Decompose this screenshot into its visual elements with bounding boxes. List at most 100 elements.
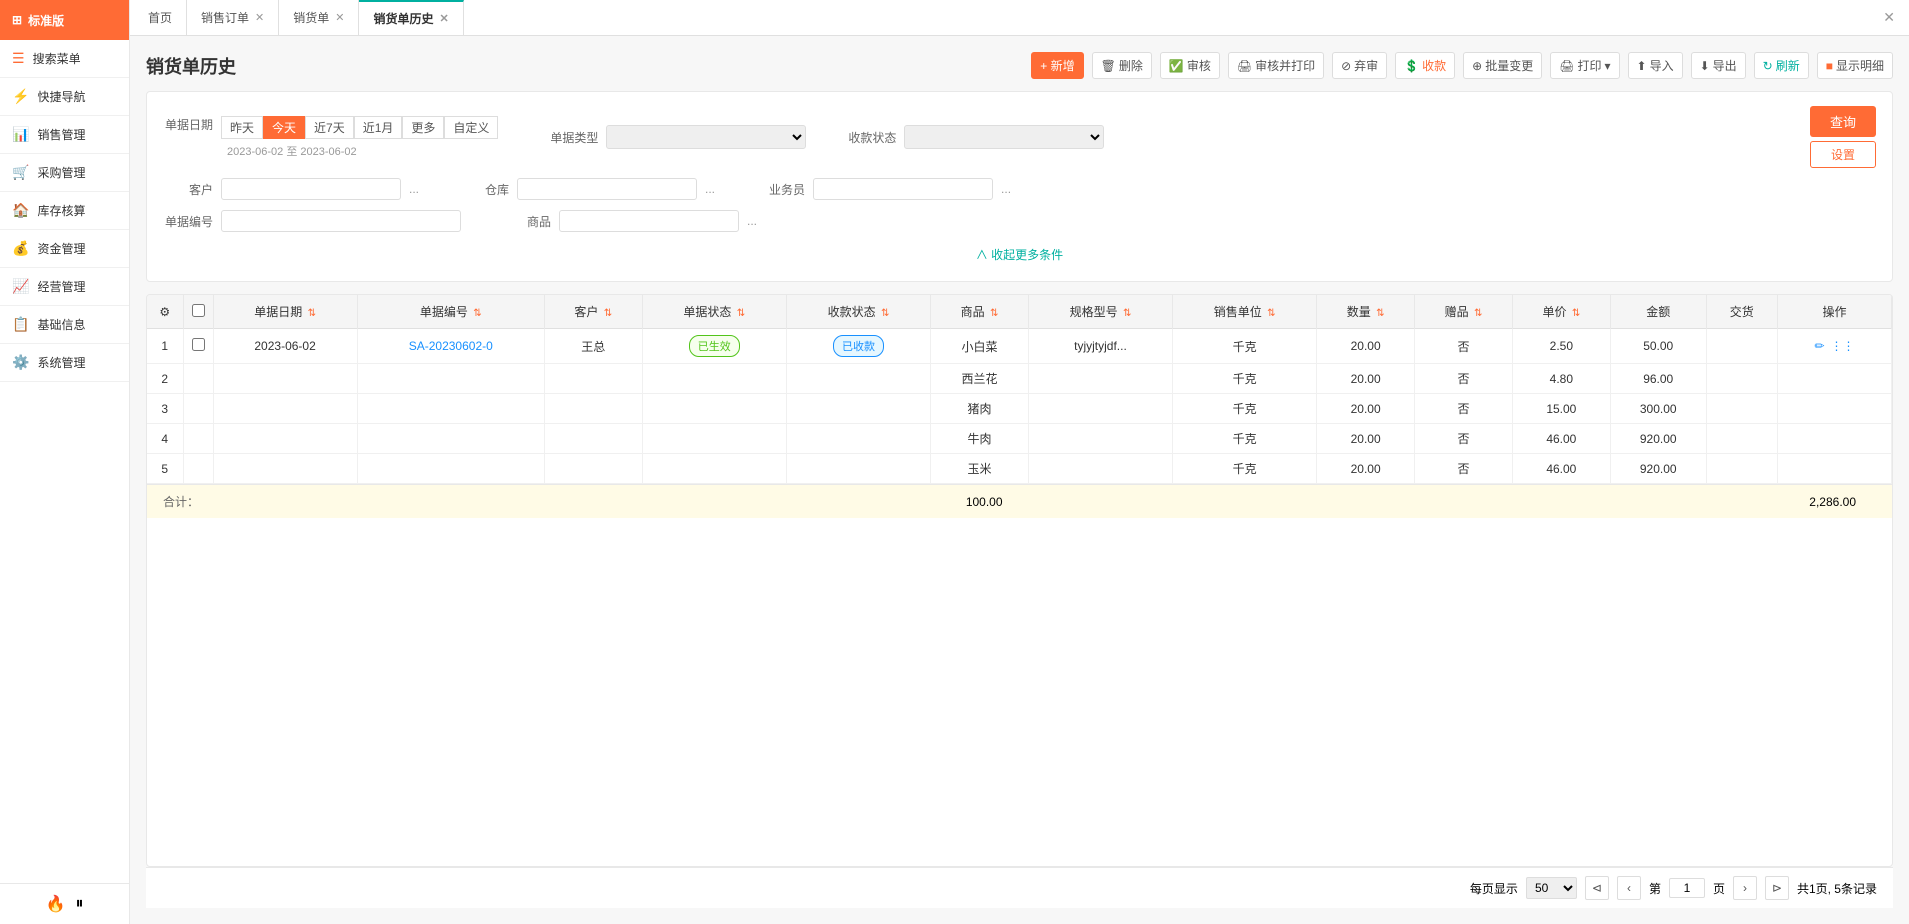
customer-more-btn[interactable]: ... (409, 182, 419, 196)
td-date (213, 424, 357, 454)
td-goods: 玉米 (931, 454, 1029, 484)
tab-shipment-close[interactable]: ✕ (335, 11, 344, 24)
td-action (1778, 424, 1892, 454)
sidebar-item-inventory[interactable]: 🏠 库存核算 (0, 192, 129, 230)
query-button[interactable]: 查询 (1810, 106, 1876, 137)
td-seq: 5 (147, 454, 183, 484)
per-page-select[interactable]: 50 100 (1526, 877, 1577, 899)
th-settings[interactable]: ⚙ (147, 295, 183, 329)
td-goods: 小白菜 (931, 329, 1029, 364)
close-all-tabs[interactable]: ✕ (1873, 9, 1905, 26)
audit-print-icon: 🖨 (1237, 59, 1252, 73)
tab-shipment-history-close[interactable]: ✕ (440, 12, 449, 25)
td-customer (544, 364, 642, 394)
th-number[interactable]: 单据编号 ⇅ (357, 295, 544, 329)
th-gift[interactable]: 赠品 ⇅ (1415, 295, 1513, 329)
abandon-button[interactable]: ⊘ 弃审 (1332, 52, 1387, 79)
tab-shipment[interactable]: 销货单 ✕ (279, 0, 359, 35)
next-page-button[interactable]: › (1733, 876, 1757, 900)
doc-number-link[interactable]: SA-20230602-0 (409, 339, 493, 353)
th-date[interactable]: 单据日期 ⇅ (213, 295, 357, 329)
sidebar-item-purchase-mgmt[interactable]: 🛒 采购管理 (0, 154, 129, 192)
row-checkbox[interactable] (192, 338, 205, 351)
staff-input[interactable] (813, 178, 993, 200)
td-customer (544, 454, 642, 484)
td-seq: 1 (147, 329, 183, 364)
th-price[interactable]: 单价 ⇅ (1512, 295, 1610, 329)
page-header: 销货单历史 + 新增 🗑 删除 ✅ 审核 🖨 审核并打印 ⊘ 弃审 (146, 52, 1893, 79)
audit-button[interactable]: ✅ 审核 (1160, 52, 1220, 79)
tab-sales-order[interactable]: 销售订单 ✕ (187, 0, 279, 35)
doc-number-input[interactable] (221, 210, 461, 232)
quick-nav-icon: ⚡ (12, 88, 29, 105)
export-button[interactable]: ⬇ 导出 (1691, 52, 1746, 79)
sort-customer-icon: ⇅ (604, 308, 612, 319)
pause-icon[interactable]: ⏸ (75, 895, 83, 913)
import-button[interactable]: ⬆ 导入 (1628, 52, 1683, 79)
collect-button[interactable]: 💲 收款 (1395, 52, 1455, 79)
th-collect-status[interactable]: 收款状态 ⇅ (786, 295, 930, 329)
doc-number-label: 单据编号 (163, 213, 213, 230)
sidebar-item-sales-mgmt[interactable]: 📊 销售管理 (0, 116, 129, 154)
pagination-bar: 每页显示 50 100 ⊲ ‹ 第 页 › ⊳ 共1页, 5条记录 (146, 867, 1893, 908)
doc-type-select[interactable] (606, 125, 806, 149)
delete-button[interactable]: 🗑 删除 (1092, 52, 1152, 79)
edit-action-icon[interactable]: ✏ (1814, 339, 1824, 353)
sidebar-item-search-menu[interactable]: ☰ 搜索菜单 (0, 40, 129, 78)
td-amount: 96.00 (1610, 364, 1706, 394)
sidebar-item-basic-info[interactable]: 📋 基础信息 (0, 306, 129, 344)
th-spec[interactable]: 规格型号 ⇅ (1028, 295, 1172, 329)
tab-shipment-history-label: 销货单历史 (373, 10, 433, 27)
last-page-button[interactable]: ⊳ (1765, 876, 1789, 900)
th-goods[interactable]: 商品 ⇅ (931, 295, 1029, 329)
date-btn-1month[interactable]: 近1月 (354, 116, 403, 139)
first-page-button[interactable]: ⊲ (1585, 876, 1609, 900)
date-btn-yesterday[interactable]: 昨天 (221, 116, 263, 139)
tab-shipment-history[interactable]: 销货单历史 ✕ (359, 0, 463, 35)
sidebar-item-label: 采购管理 (37, 164, 85, 181)
goods-input[interactable] (559, 210, 739, 232)
settings-button[interactable]: 设置 (1810, 141, 1876, 168)
collect-status-select[interactable] (904, 125, 1104, 149)
sidebar-item-operations[interactable]: 📈 经营管理 (0, 268, 129, 306)
date-btn-more[interactable]: 更多 (402, 116, 444, 139)
more-action-icon[interactable]: ⋮⋮ (1831, 339, 1855, 353)
td-price: 15.00 (1512, 394, 1610, 424)
new-button[interactable]: + 新增 (1031, 52, 1083, 79)
customer-input[interactable] (221, 178, 401, 200)
footer-values: 100.00 2,286.00 (209, 495, 1876, 509)
footer-total-amount: 2,286.00 (1756, 495, 1856, 509)
tab-sales-order-close[interactable]: ✕ (255, 11, 264, 24)
fire-icon[interactable]: 🔥 (46, 894, 66, 914)
td-unit: 千克 (1173, 424, 1317, 454)
warehouse-input[interactable] (517, 178, 697, 200)
date-btn-custom[interactable]: 自定义 (444, 116, 498, 139)
sidebar-item-quick-nav[interactable]: ⚡ 快捷导航 (0, 78, 129, 116)
staff-more-btn[interactable]: ... (1001, 182, 1011, 196)
sidebar-item-system-mgmt[interactable]: ⚙️ 系统管理 (0, 344, 129, 382)
goods-more-btn[interactable]: ... (747, 214, 757, 228)
page-number-input[interactable] (1669, 878, 1705, 898)
prev-page-button[interactable]: ‹ (1617, 876, 1641, 900)
print-button[interactable]: 🖨 打印 ▾ (1550, 52, 1619, 79)
th-qty[interactable]: 数量 ⇅ (1317, 295, 1415, 329)
th-customer[interactable]: 客户 ⇅ (544, 295, 642, 329)
date-btn-7days[interactable]: 近7天 (305, 116, 354, 139)
sidebar-item-finance-mgmt[interactable]: 💰 资金管理 (0, 230, 129, 268)
page-label: 第 (1649, 880, 1661, 897)
th-doc-status[interactable]: 单据状态 ⇅ (642, 295, 786, 329)
td-spec (1028, 454, 1172, 484)
warehouse-more-btn[interactable]: ... (705, 182, 715, 196)
refresh-button[interactable]: ↻ 刷新 (1754, 52, 1809, 79)
goods-label: 商品 (501, 213, 551, 230)
audit-print-button[interactable]: 🖨 审核并打印 (1228, 52, 1324, 79)
batch-change-button[interactable]: ⊕ 批量变更 (1463, 52, 1542, 79)
show-details-button[interactable]: ■ 显示明细 (1817, 52, 1893, 79)
collapse-button[interactable]: ∧ 收起更多条件 (163, 242, 1876, 267)
th-unit[interactable]: 销售单位 ⇅ (1173, 295, 1317, 329)
td-qty: 20.00 (1317, 454, 1415, 484)
date-btn-today[interactable]: 今天 (263, 116, 305, 139)
refresh-icon: ↻ (1763, 59, 1773, 73)
select-all-checkbox[interactable] (192, 304, 205, 317)
tab-home[interactable]: 首页 (134, 0, 187, 35)
